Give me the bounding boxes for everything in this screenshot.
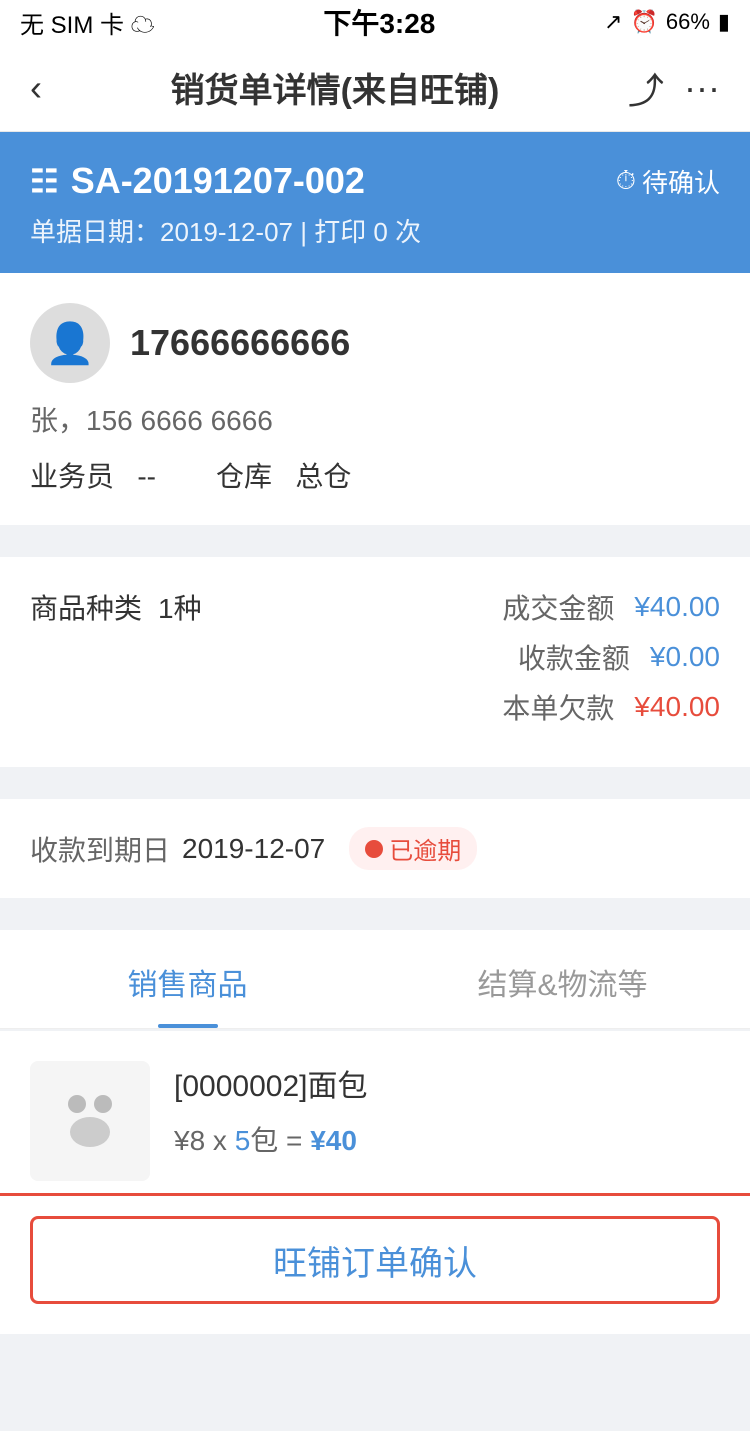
warehouse-value: 总仓	[295, 461, 351, 492]
product-type-label: 商品种类	[30, 587, 142, 627]
owl-eyes	[68, 1095, 112, 1113]
debt-label: 本单欠款	[502, 687, 614, 727]
status-left: 无 SIM 卡 ☁	[20, 5, 155, 40]
product-item: [0000002]面包 ¥8 x 5包 = ¥40	[30, 1061, 720, 1181]
order-id: ☷ SA-20191207-002	[30, 160, 365, 202]
battery-icon: ▮	[718, 9, 730, 35]
sim-status: 无 SIM 卡 ☁	[20, 5, 155, 40]
debt-row: 本单欠款 ¥40.00	[502, 687, 720, 727]
status-right: ↗ ⏰ 66% ▮	[604, 9, 730, 35]
salesperson-label: 业务员	[30, 461, 114, 492]
transaction-label: 成交金额	[502, 587, 614, 627]
page-title: 销货单详情(来自旺铺)	[171, 63, 500, 112]
overdue-dot-icon	[365, 840, 383, 858]
avatar-icon: 👤	[45, 320, 95, 367]
customer-meta: 业务员 -- 仓库 总仓	[30, 455, 720, 495]
product-price: ¥8 x 5包 = ¥40	[174, 1119, 720, 1159]
owl-body	[70, 1117, 110, 1147]
back-button[interactable]: ‹	[30, 67, 42, 109]
overdue-text: 已逾期	[389, 831, 461, 866]
order-status-text: 待确认	[642, 163, 720, 200]
owl-eye-left	[68, 1095, 86, 1113]
salesperson-value: --	[137, 461, 156, 492]
alarm-icon: ⏰	[630, 9, 657, 35]
divider-3	[0, 914, 750, 930]
payment-row: 收款金额 ¥0.00	[502, 637, 720, 677]
customer-name: 张，156 6666 6666	[30, 399, 720, 439]
warehouse-field: 仓库 总仓	[216, 455, 351, 495]
tabs-row: 销售商品 结算&物流等	[0, 930, 750, 1029]
nav-right[interactable]: ⤴ ···	[628, 62, 720, 114]
qty-highlight: 5	[235, 1125, 251, 1156]
summary-section: 商品种类 1种 成交金额 ¥40.00 收款金额 ¥0.00 本单欠款 ¥40.…	[0, 557, 750, 767]
order-icon: ☷	[30, 162, 59, 200]
due-label: 收款到期日	[30, 829, 170, 869]
nav-bar: ‹ 销货单详情(来自旺铺) ⤴ ···	[0, 44, 750, 132]
clock-icon: ⏱	[616, 165, 636, 197]
transaction-value: ¥40.00	[634, 591, 720, 623]
avatar: 👤	[30, 303, 110, 383]
tab-settlement-label: 结算&物流等	[477, 969, 647, 1002]
warehouse-label: 仓库	[216, 461, 272, 492]
battery-status: 66%	[666, 9, 710, 35]
more-button[interactable]: ···	[684, 67, 720, 109]
customer-section: 👤 17666666666 张，156 6666 6666 业务员 -- 仓库 …	[0, 273, 750, 525]
divider-1	[0, 541, 750, 557]
tab-sales-label: 销售商品	[128, 969, 248, 1002]
status-bar: 无 SIM 卡 ☁ 下午3:28 ↗ ⏰ 66% ▮	[0, 0, 750, 44]
payment-label: 收款金额	[518, 637, 630, 677]
order-status: ⏱ 待确认	[616, 163, 720, 200]
location-icon: ↗	[604, 9, 622, 35]
owl-eye-right	[94, 1095, 112, 1113]
total-price: ¥40	[310, 1125, 357, 1156]
transaction-row: 成交金额 ¥40.00	[502, 587, 720, 627]
due-date-section: 收款到期日 2019-12-07 已逾期	[0, 799, 750, 898]
status-time: 下午3:28	[323, 2, 435, 42]
tab-sales-products[interactable]: 销售商品	[0, 930, 375, 1028]
debt-value: ¥40.00	[634, 691, 720, 723]
product-image	[30, 1061, 150, 1181]
confirm-button-wrap: 旺铺订单确认	[0, 1193, 750, 1334]
share-button[interactable]: ⤴	[628, 62, 664, 114]
order-id-text: SA-20191207-002	[71, 160, 365, 202]
product-type-field: 商品种类 1种	[30, 587, 202, 627]
salesperson-field: 业务员 --	[30, 455, 156, 495]
product-logo	[30, 1061, 150, 1181]
confirm-order-button[interactable]: 旺铺订单确认	[30, 1216, 720, 1304]
tab-settlement[interactable]: 结算&物流等	[375, 930, 750, 1028]
overdue-badge: 已逾期	[349, 827, 477, 870]
product-info: [0000002]面包 ¥8 x 5包 = ¥40	[174, 1061, 720, 1159]
nav-left[interactable]: ‹	[30, 67, 42, 109]
tabs-section: 销售商品 结算&物流等	[0, 930, 750, 1029]
customer-phone: 17666666666	[130, 322, 350, 364]
order-date: 单据日期：2019-12-07 | 打印 0 次	[30, 212, 720, 249]
product-type-value: 1种	[158, 587, 202, 627]
amounts-panel: 成交金额 ¥40.00 收款金额 ¥0.00 本单欠款 ¥40.00	[502, 587, 720, 737]
order-header-card: ☷ SA-20191207-002 ⏱ 待确认 单据日期：2019-12-07 …	[0, 132, 750, 273]
divider-2	[0, 783, 750, 799]
product-name: [0000002]面包	[174, 1061, 720, 1105]
due-date-value: 2019-12-07	[182, 833, 325, 865]
payment-value: ¥0.00	[650, 641, 720, 673]
